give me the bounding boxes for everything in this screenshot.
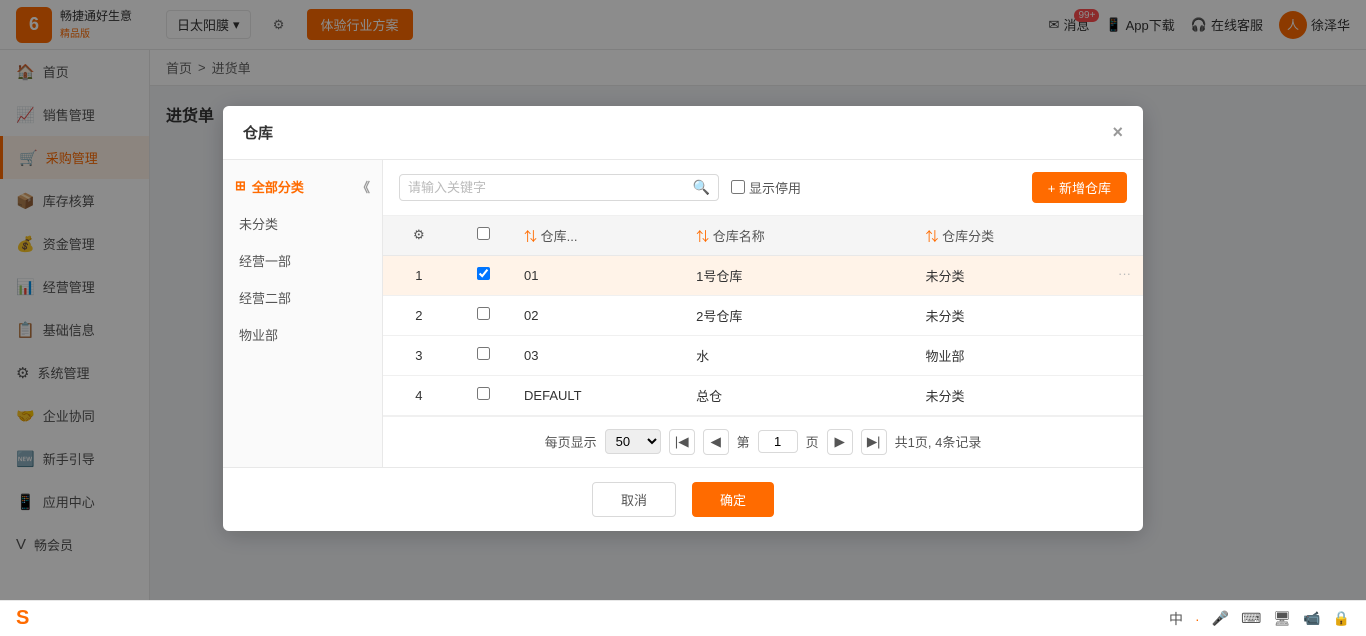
bottom-lock-icon: 🔒: [1333, 610, 1350, 627]
col-cat-sort-icon: ⇅: [926, 229, 939, 244]
row-no: 2: [383, 295, 455, 335]
search-icon: 🔍: [693, 179, 710, 196]
table-row[interactable]: 2 02 2号仓库 未分类: [383, 295, 1143, 335]
page-number-input[interactable]: [758, 430, 798, 453]
row-checkbox-cell[interactable]: [455, 295, 512, 335]
dialog-header: 仓库 ×: [223, 106, 1143, 160]
category-property[interactable]: 物业部: [223, 316, 382, 353]
show-disabled-label[interactable]: 显示停用: [731, 178, 801, 197]
row-no: 1: [383, 255, 455, 295]
bottom-camera-icon: 📹: [1303, 610, 1320, 627]
col-name-sort-icon: ⇅: [696, 229, 709, 244]
row-checkbox-cell[interactable]: [455, 375, 512, 415]
category-unclassified[interactable]: 未分类: [223, 205, 382, 242]
dialog-main: 🔍 显示停用 + 新增仓库 ⚙: [383, 160, 1143, 467]
row-name: 水: [684, 335, 913, 375]
col-header-settings: ⚙: [383, 216, 455, 256]
table-body: 1 01 1号仓库 未分类··· 2 02 2号仓库 未分类 3 03 水 物业…: [383, 255, 1143, 415]
show-disabled-checkbox[interactable]: [731, 180, 745, 194]
search-input[interactable]: [408, 180, 693, 195]
total-info: 共1页, 4条记录: [895, 432, 982, 451]
col-cat-label: 仓库分类: [942, 229, 994, 244]
show-disabled-text: 显示停用: [749, 178, 801, 197]
category-operations-2[interactable]: 经营二部: [223, 279, 382, 316]
dialog-close-button[interactable]: ×: [1112, 122, 1123, 143]
row-checkbox-cell[interactable]: [455, 255, 512, 295]
bottom-mic-icon: 🎤: [1212, 610, 1229, 627]
row-code: 03: [512, 335, 684, 375]
cancel-button[interactable]: 取消: [592, 482, 676, 517]
bottom-monitor-icon: 🖥: [1273, 610, 1291, 627]
row-no: 4: [383, 375, 455, 415]
row-name: 总仓: [684, 375, 913, 415]
bottom-zh-icon: 中: [1169, 609, 1183, 629]
row-category: 未分类: [914, 295, 1143, 335]
all-categories-label: 全部分类: [252, 177, 304, 196]
row-category: 物业部: [914, 335, 1143, 375]
col-header-code: ⇅ 仓库...: [512, 216, 684, 256]
col-code-label: 仓库...: [541, 229, 578, 244]
page-label-prefix: 第: [737, 432, 750, 451]
per-page-select[interactable]: 50 100: [605, 429, 661, 454]
warehouse-table: ⚙ ⇅ 仓库... ⇅: [383, 216, 1143, 416]
row-no: 3: [383, 335, 455, 375]
category-sidebar: ⊞ 全部分类 《 未分类 经营一部 经营二部 物业部: [223, 160, 383, 467]
dialog-toolbar: 🔍 显示停用 + 新增仓库: [383, 160, 1143, 216]
per-page-label: 每页显示: [545, 432, 597, 451]
dialog-body: ⊞ 全部分类 《 未分类 经营一部 经营二部 物业部 🔍: [223, 160, 1143, 467]
prev-page-button[interactable]: ◀: [703, 429, 729, 455]
row-name: 1号仓库: [684, 255, 913, 295]
dialog-footer: 取消 确定: [223, 467, 1143, 531]
row-code: 01: [512, 255, 684, 295]
all-categories-item[interactable]: ⊞ 全部分类 《: [223, 168, 382, 205]
table-row[interactable]: 4 DEFAULT 总仓 未分类: [383, 375, 1143, 415]
category-operations-1[interactable]: 经营一部: [223, 242, 382, 279]
bottom-dot-icon: ·: [1195, 611, 1200, 627]
collapse-icon[interactable]: 《: [357, 177, 370, 196]
row-checkbox[interactable]: [477, 307, 490, 320]
row-code: DEFAULT: [512, 375, 684, 415]
dialog-title: 仓库: [243, 122, 273, 143]
next-page-button[interactable]: ▶: [827, 429, 853, 455]
select-all-checkbox[interactable]: [477, 227, 490, 240]
col-header-name: ⇅ 仓库名称: [684, 216, 913, 256]
row-code: 02: [512, 295, 684, 335]
table-row[interactable]: 1 01 1号仓库 未分类···: [383, 255, 1143, 295]
row-actions[interactable]: ···: [1118, 266, 1131, 281]
dialog-pagination: 每页显示 50 100 |◀ ◀ 第 页 ▶ ▶| 共1页, 4条记录: [383, 416, 1143, 467]
row-checkbox[interactable]: [477, 267, 490, 280]
bottom-bar: S 中 · 🎤 ⌨ 🖥 📹 🔒: [0, 600, 1366, 636]
first-page-button[interactable]: |◀: [669, 429, 695, 455]
row-checkbox[interactable]: [477, 387, 490, 400]
sort-icon: ⇅: [524, 229, 537, 244]
col-name-label: 仓库名称: [713, 229, 765, 244]
grid-icon: ⊞: [235, 178, 246, 194]
table-header-row: ⚙ ⇅ 仓库... ⇅: [383, 216, 1143, 256]
search-input-wrap[interactable]: 🔍: [399, 174, 719, 201]
row-checkbox-cell[interactable]: [455, 335, 512, 375]
warehouse-dialog: 仓库 × ⊞ 全部分类 《 未分类 经营一部 经营二部 物业部: [223, 106, 1143, 531]
row-category: 未分类···: [914, 255, 1143, 295]
settings-icon: ⚙: [413, 227, 425, 242]
confirm-button[interactable]: 确定: [692, 482, 774, 517]
row-checkbox[interactable]: [477, 347, 490, 360]
page-label-suffix: 页: [806, 432, 819, 451]
bottom-logo: S: [16, 607, 29, 630]
last-page-button[interactable]: ▶|: [861, 429, 887, 455]
bottom-s-logo: S: [16, 607, 29, 630]
bottom-keyboard-icon: ⌨: [1241, 610, 1261, 627]
table-row[interactable]: 3 03 水 物业部: [383, 335, 1143, 375]
modal-overlay: 仓库 × ⊞ 全部分类 《 未分类 经营一部 经营二部 物业部: [0, 0, 1366, 636]
add-warehouse-button[interactable]: + 新增仓库: [1032, 172, 1127, 203]
col-header-category: ⇅ 仓库分类: [914, 216, 1143, 256]
col-header-checkbox: [455, 216, 512, 256]
row-name: 2号仓库: [684, 295, 913, 335]
row-category: 未分类: [914, 375, 1143, 415]
